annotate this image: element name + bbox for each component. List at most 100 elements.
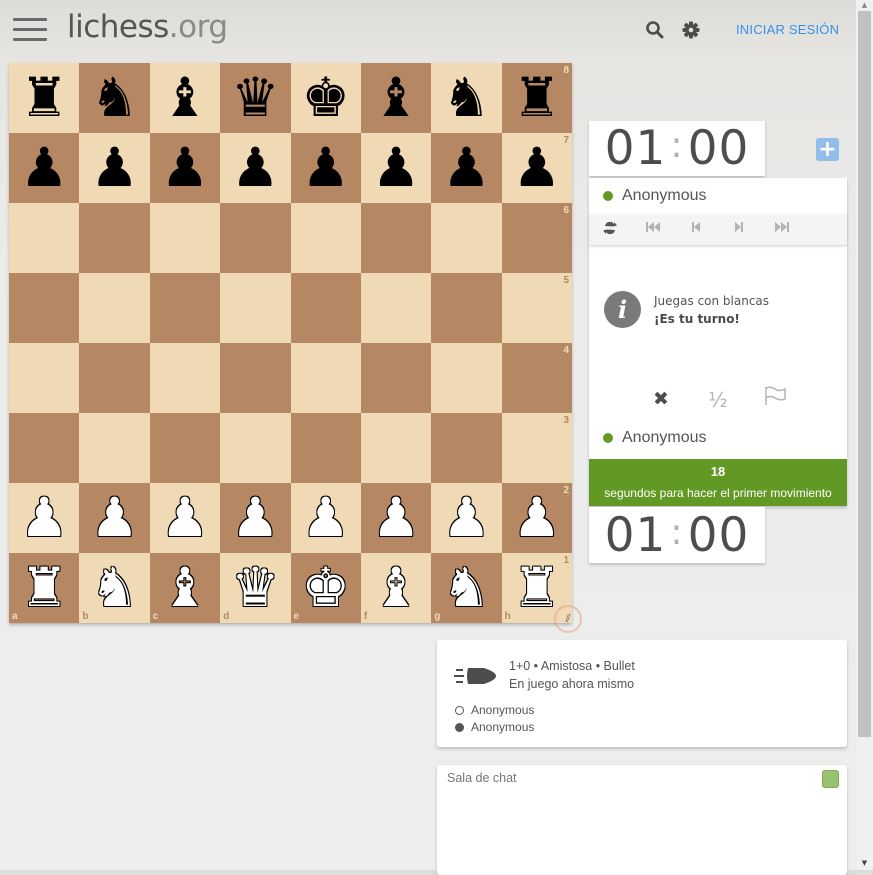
square-c7[interactable]: ♟ <box>149 133 221 203</box>
resign-button[interactable] <box>762 386 790 411</box>
add-time-button[interactable]: + <box>816 138 839 161</box>
square-f3[interactable] <box>360 413 432 483</box>
scrollbar-thumb[interactable] <box>858 11 871 737</box>
opponent-player[interactable]: Anonymous <box>603 187 707 205</box>
black-bishop-icon[interactable]: ♝ <box>372 71 420 125</box>
chess-board[interactable]: ♜ ♞ ♝ ♛ ♚ ♝ ♞ ♜ 8 ♟ ♟ ♟ ♟ ♟ ♟ ♟ ♟ 7 6 5 4 3 ♟ ♟ ♟ ♟ ♟ ♟ ♟ ♟ 2 ♜ a ♞ b ♝ c ♛ d ♚… <box>9 63 573 623</box>
square-a8[interactable]: ♜ <box>9 63 80 133</box>
square-g5[interactable] <box>431 273 502 343</box>
white-pawn-icon[interactable]: ♟ <box>161 491 209 545</box>
square-f8[interactable]: ♝ <box>360 63 432 133</box>
black-rook-icon[interactable]: ♜ <box>20 71 68 125</box>
square-b2[interactable]: ♟ <box>79 483 150 553</box>
white-pawn-icon[interactable]: ♟ <box>301 491 349 545</box>
white-pawn-icon[interactable]: ♟ <box>513 491 561 545</box>
square-g6[interactable] <box>431 203 502 273</box>
black-queen-icon[interactable]: ♛ <box>231 71 279 125</box>
square-a4[interactable] <box>9 343 80 413</box>
black-player-link[interactable]: Anonymous <box>455 720 534 734</box>
self-player[interactable]: Anonymous <box>603 429 707 447</box>
flip-board-button[interactable] <box>599 220 621 238</box>
white-rook-icon[interactable]: ♜ <box>20 561 68 615</box>
square-f4[interactable] <box>360 343 432 413</box>
black-pawn-icon[interactable]: ♟ <box>301 141 349 195</box>
square-g2[interactable]: ♟ <box>431 483 502 553</box>
square-d5[interactable] <box>220 273 291 343</box>
square-f7[interactable]: ♟ <box>360 133 432 203</box>
offer-draw-button[interactable]: ½ <box>704 388 732 412</box>
square-c2[interactable]: ♟ <box>149 483 221 553</box>
square-d4[interactable] <box>220 343 291 413</box>
black-knight-icon[interactable]: ♞ <box>90 71 138 125</box>
square-e1[interactable]: ♚ e <box>290 553 361 623</box>
square-f2[interactable]: ♟ <box>360 483 432 553</box>
square-g8[interactable]: ♞ <box>431 63 502 133</box>
square-f1[interactable]: ♝ f <box>360 553 432 623</box>
square-a2[interactable]: ♟ <box>9 483 80 553</box>
square-g3[interactable] <box>431 413 502 483</box>
black-king-icon[interactable]: ♚ <box>301 71 349 125</box>
square-h4[interactable]: 4 <box>501 343 573 413</box>
square-c6[interactable] <box>149 203 221 273</box>
square-e3[interactable] <box>290 413 361 483</box>
white-rook-icon[interactable]: ♜ <box>513 561 561 615</box>
black-pawn-icon[interactable]: ♟ <box>90 141 138 195</box>
square-h3[interactable]: 3 <box>501 413 573 483</box>
square-g1[interactable]: ♞ g <box>431 553 502 623</box>
next-move-button[interactable] <box>728 220 750 238</box>
square-b7[interactable]: ♟ <box>79 133 150 203</box>
square-h7[interactable]: ♟ 7 <box>501 133 573 203</box>
square-d7[interactable]: ♟ <box>220 133 291 203</box>
black-pawn-icon[interactable]: ♟ <box>20 141 68 195</box>
square-h2[interactable]: ♟ 2 <box>501 483 573 553</box>
chat-toggle[interactable] <box>822 770 839 788</box>
white-knight-icon[interactable]: ♞ <box>90 561 138 615</box>
square-c4[interactable] <box>149 343 221 413</box>
square-h5[interactable]: 5 <box>501 273 573 343</box>
square-c8[interactable]: ♝ <box>149 63 221 133</box>
square-d1[interactable]: ♛ d <box>220 553 291 623</box>
white-pawn-icon[interactable]: ♟ <box>20 491 68 545</box>
signin-link[interactable]: INICIAR SESIÓN <box>736 22 839 37</box>
square-a3[interactable] <box>9 413 80 483</box>
square-e8[interactable]: ♚ <box>290 63 361 133</box>
black-pawn-icon[interactable]: ♟ <box>442 141 490 195</box>
black-pawn-icon[interactable]: ♟ <box>231 141 279 195</box>
white-pawn-icon[interactable]: ♟ <box>231 491 279 545</box>
white-knight-icon[interactable]: ♞ <box>442 561 490 615</box>
square-d2[interactable]: ♟ <box>220 483 291 553</box>
page-scrollbar[interactable]: ▲ ▼ <box>856 0 873 870</box>
square-b4[interactable] <box>79 343 150 413</box>
white-pawn-icon[interactable]: ♟ <box>90 491 138 545</box>
white-bishop-icon[interactable]: ♝ <box>372 561 420 615</box>
square-c3[interactable] <box>149 413 221 483</box>
scroll-up-arrow-icon[interactable]: ▲ <box>856 0 873 10</box>
square-e7[interactable]: ♟ <box>290 133 361 203</box>
white-king-icon[interactable]: ♚ <box>301 561 349 615</box>
square-h8[interactable]: ♜ 8 <box>501 63 573 133</box>
square-e2[interactable]: ♟ <box>290 483 361 553</box>
search-button[interactable] <box>645 20 665 40</box>
white-pawn-icon[interactable]: ♟ <box>372 491 420 545</box>
square-a5[interactable] <box>9 273 80 343</box>
last-move-button[interactable] <box>771 220 793 238</box>
square-h6[interactable]: 6 <box>501 203 573 273</box>
board-resize-handle[interactable]: ⫽ <box>554 605 582 633</box>
square-e6[interactable] <box>290 203 361 273</box>
white-queen-icon[interactable]: ♛ <box>231 561 279 615</box>
square-b1[interactable]: ♞ b <box>79 553 150 623</box>
square-b8[interactable]: ♞ <box>79 63 150 133</box>
black-knight-icon[interactable]: ♞ <box>442 71 490 125</box>
square-c5[interactable] <box>149 273 221 343</box>
square-e4[interactable] <box>290 343 361 413</box>
black-bishop-icon[interactable]: ♝ <box>161 71 209 125</box>
square-a7[interactable]: ♟ <box>9 133 80 203</box>
scroll-down-arrow-icon[interactable]: ▼ <box>856 858 873 868</box>
white-bishop-icon[interactable]: ♝ <box>161 561 209 615</box>
square-b6[interactable] <box>79 203 150 273</box>
square-a1[interactable]: ♜ a <box>9 553 80 623</box>
abort-button[interactable]: ✖ <box>647 388 675 410</box>
black-pawn-icon[interactable]: ♟ <box>513 141 561 195</box>
square-e5[interactable] <box>290 273 361 343</box>
site-logo[interactable]: lichess.org <box>67 9 228 45</box>
